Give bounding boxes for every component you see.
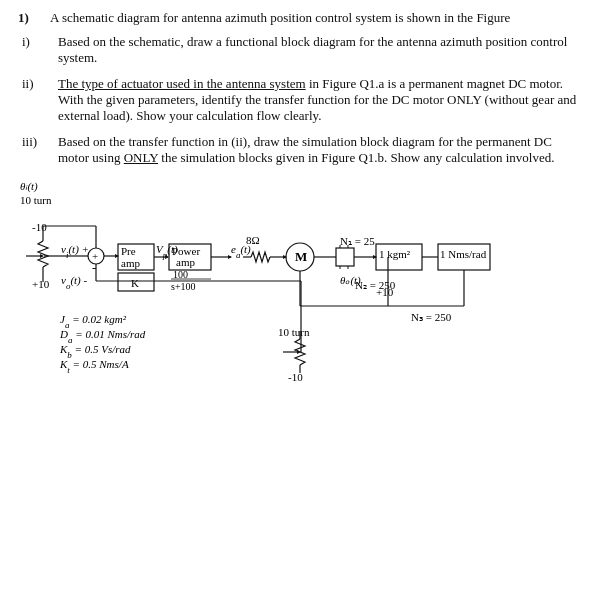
- sub-label-iii: iii): [18, 134, 58, 166]
- plus10-amp: +10: [32, 278, 50, 290]
- amp2-label: amp: [176, 256, 195, 268]
- motor-symbol: M: [295, 249, 307, 264]
- ten-turn-label: 10 turn: [20, 194, 52, 206]
- vo-label: vo(t) -: [61, 274, 88, 291]
- amp-label: amp: [121, 257, 140, 269]
- question-number: 1): [18, 10, 50, 26]
- sub-text-ii: The type of actuator used in the antenna…: [58, 76, 584, 124]
- circuit-diagram: .diag { font-family: "Times New Roman", …: [18, 176, 590, 406]
- minus10-bot: -10: [288, 371, 303, 383]
- svg-marker-18: [228, 255, 232, 259]
- minus10-top: -10: [32, 221, 47, 233]
- s100-label: s+100: [171, 281, 196, 292]
- k-label: K: [131, 277, 139, 289]
- sub-text-iii: Based on the transfer function in (ii), …: [58, 134, 584, 166]
- diagram-area: .diag { font-family: "Times New Roman", …: [18, 176, 590, 406]
- val100-label: 100: [173, 269, 188, 280]
- kt-param: Kt = 0.5 Nms/A: [59, 358, 129, 375]
- question-header: 1) A schematic diagram for antenna azimu…: [18, 10, 584, 26]
- ten-turn-bot-label: 10 turn: [278, 326, 310, 338]
- inertia-label: 1 kgm²: [379, 248, 411, 260]
- n3-label: N₃ = 250: [411, 311, 452, 323]
- sub-label-ii: ii): [18, 76, 58, 124]
- sub-question-ii: ii) The type of actuator used in the ant…: [18, 76, 584, 124]
- resistor-val: 8Ω: [246, 234, 260, 246]
- vi-label: vi(t) +: [61, 243, 89, 260]
- plus10-bot: +10: [376, 286, 394, 298]
- n1-label: N₁ = 25: [340, 235, 375, 247]
- question-text: A schematic diagram for antenna azimuth …: [50, 10, 584, 26]
- pre-amp-label: Pre: [121, 245, 136, 257]
- sub-label-i: i): [18, 34, 58, 66]
- sub-text-i: Based on the schematic, draw a functiona…: [58, 34, 584, 66]
- sub-question-iii: iii) Based on the transfer function in (…: [18, 134, 584, 166]
- svg-rect-24: [336, 248, 354, 266]
- nms-label: 1 Nms/rad: [440, 248, 487, 260]
- theta-i-label: θᵢ(t): [20, 180, 38, 193]
- sub-question-i: i) Based on the schematic, draw a functi…: [18, 34, 584, 66]
